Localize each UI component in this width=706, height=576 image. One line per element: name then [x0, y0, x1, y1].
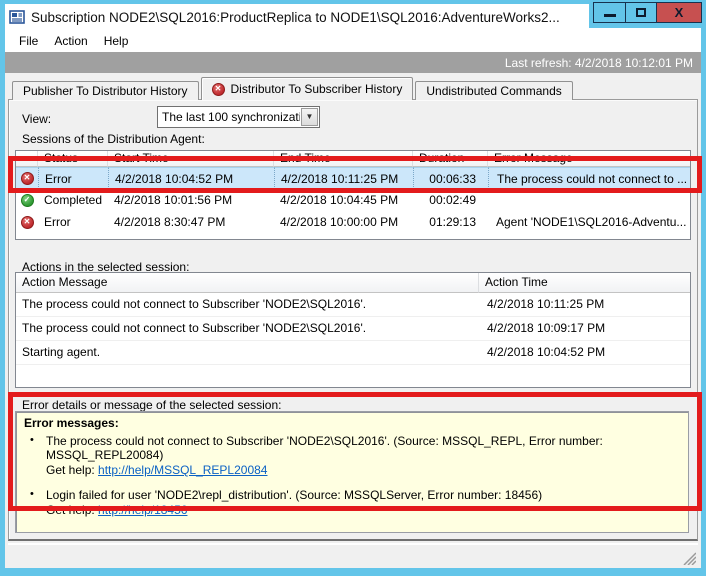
cell-action-message: Starting agent.	[16, 341, 479, 365]
error-icon: ✕	[212, 83, 225, 96]
sessions-label: Sessions of the Distribution Agent:	[22, 132, 205, 146]
get-help-prefix: Get help:	[46, 503, 98, 517]
cell-end-time: 4/2/2018 10:11:25 PM	[274, 167, 413, 189]
error-message-item: • Login failed for user 'NODE2\repl_dist…	[24, 488, 680, 526]
column-header-end-time[interactable]: End Time	[274, 151, 413, 167]
cell-action-time: 4/2/2018 10:04:52 PM	[479, 341, 690, 365]
help-link[interactable]: http://help/18456	[98, 503, 187, 517]
table-row[interactable]: ✓ Completed 4/2/2018 10:01:56 PM 4/2/201…	[16, 189, 690, 211]
view-label: View:	[22, 112, 51, 126]
success-icon: ✓	[21, 194, 34, 207]
cell-error-message	[488, 189, 690, 211]
error-message-text: Login failed for user 'NODE2\repl_distri…	[46, 488, 680, 502]
cell-action-message: The process could not connect to Subscri…	[16, 317, 479, 341]
table-row[interactable]: The process could not connect to Subscri…	[16, 317, 690, 341]
close-button[interactable]: X	[656, 2, 702, 23]
maximize-button[interactable]	[625, 2, 658, 23]
chevron-down-icon: ▼	[306, 113, 314, 121]
tab-publisher-to-distributor-history[interactable]: Publisher To Distributor History	[12, 81, 199, 100]
column-header-action-time[interactable]: Action Time	[479, 273, 690, 293]
column-header-action-message[interactable]: Action Message	[16, 273, 479, 293]
cell-duration: 00:02:49	[413, 189, 488, 211]
menu-bar: File Action Help	[5, 30, 701, 52]
view-dropdown-value: The last 100 synchronizations	[158, 110, 300, 124]
last-refresh-text: Last refresh: 4/2/2018 10:12:01 PM	[505, 56, 693, 70]
help-link[interactable]: http://help/MSSQL_REPL20084	[98, 463, 267, 477]
close-icon: X	[675, 6, 684, 19]
column-header-start-time[interactable]: Start Time	[108, 151, 274, 167]
cell-status: Error	[38, 167, 108, 189]
sessions-header: Status Start Time End Time Duration Erro…	[16, 151, 690, 167]
cell-duration: 01:29:13	[413, 211, 488, 233]
client-area: Publisher To Distributor History ✕ Distr…	[5, 73, 701, 568]
cell-error-message: The process could not connect to ...	[488, 167, 690, 189]
maximize-icon	[636, 8, 646, 17]
status-strip	[8, 543, 698, 568]
column-header-status[interactable]: Status	[38, 151, 108, 167]
minimize-button[interactable]	[593, 2, 626, 23]
window-frame: Subscription NODE2\SQL2016:ProductReplic…	[0, 0, 706, 576]
cell-end-time: 4/2/2018 10:04:45 PM	[274, 189, 413, 211]
cell-action-time: 4/2/2018 10:09:17 PM	[479, 317, 690, 341]
dropdown-arrow-button[interactable]: ▼	[301, 108, 318, 126]
menu-file[interactable]: File	[11, 32, 46, 50]
menu-help[interactable]: Help	[96, 32, 137, 50]
tab-label: Publisher To Distributor History	[23, 84, 188, 98]
cell-status: Error	[38, 211, 108, 233]
table-row[interactable]: Starting agent. 4/2/2018 10:04:52 PM	[16, 341, 690, 365]
table-row[interactable]: ✕ Error 4/2/2018 10:04:52 PM 4/2/2018 10…	[16, 167, 690, 189]
error-message-text: The process could not connect to Subscri…	[46, 434, 680, 462]
window-title: Subscription NODE2\SQL2016:ProductReplic…	[31, 10, 560, 25]
actions-table: Action Message Action Time The process c…	[15, 272, 691, 388]
tab-label: Distributor To Subscriber History	[231, 82, 403, 96]
error-icon: ✕	[21, 216, 34, 229]
tab-undistributed-commands[interactable]: Undistributed Commands	[415, 81, 572, 100]
cell-action-time: 4/2/2018 10:11:25 PM	[479, 293, 690, 317]
error-messages-box: Error messages: • The process could not …	[15, 411, 689, 533]
bullet-icon: •	[24, 434, 46, 486]
sessions-table: Status Start Time End Time Duration Erro…	[15, 150, 691, 240]
cell-start-time: 4/2/2018 10:04:52 PM	[108, 167, 274, 189]
table-row[interactable]: ✕ Error 4/2/2018 8:30:47 PM 4/2/2018 10:…	[16, 211, 690, 233]
view-dropdown[interactable]: The last 100 synchronizations ▼	[157, 106, 320, 128]
error-details-label: Error details or message of the selected…	[22, 398, 281, 412]
get-help-prefix: Get help:	[46, 463, 98, 477]
last-refresh-bar: Last refresh: 4/2/2018 10:12:01 PM	[5, 52, 701, 73]
error-messages-heading: Error messages:	[24, 416, 680, 430]
actions-header: Action Message Action Time	[16, 273, 690, 293]
title-bar: Subscription NODE2\SQL2016:ProductReplic…	[0, 0, 706, 30]
tab-strip: Publisher To Distributor History ✕ Distr…	[12, 77, 575, 100]
tab-distributor-to-subscriber-history[interactable]: ✕ Distributor To Subscriber History	[201, 77, 414, 100]
minimize-icon	[604, 14, 616, 17]
replication-monitor-icon	[9, 9, 25, 25]
error-message-item: • The process could not connect to Subsc…	[24, 434, 680, 486]
column-header-icon[interactable]	[16, 151, 38, 167]
cell-start-time: 4/2/2018 10:01:56 PM	[108, 189, 274, 211]
cell-error-message: Agent 'NODE1\SQL2016-Adventu...	[488, 211, 690, 233]
cell-start-time: 4/2/2018 8:30:47 PM	[108, 211, 274, 233]
table-row[interactable]: The process could not connect to Subscri…	[16, 293, 690, 317]
bullet-icon: •	[24, 488, 46, 526]
cell-action-message: The process could not connect to Subscri…	[16, 293, 479, 317]
column-header-duration[interactable]: Duration	[413, 151, 488, 167]
caption-buttons: X	[589, 0, 703, 28]
resize-grip-icon[interactable]	[681, 550, 696, 565]
cell-end-time: 4/2/2018 10:00:00 PM	[274, 211, 413, 233]
tab-label: Undistributed Commands	[426, 84, 561, 98]
menu-action[interactable]: Action	[46, 32, 95, 50]
error-icon: ✕	[21, 172, 34, 185]
cell-status: Completed	[38, 189, 108, 211]
cell-duration: 00:06:33	[413, 167, 488, 189]
column-header-error-message[interactable]: Error Message	[488, 151, 690, 167]
